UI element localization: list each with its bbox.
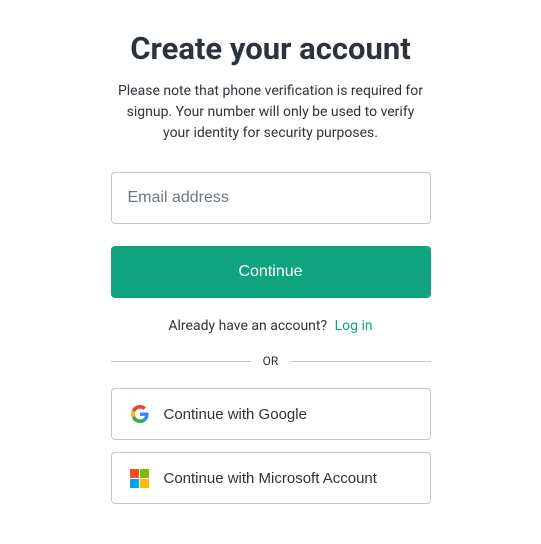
page-subtitle: Please note that phone verification is r… — [111, 81, 431, 144]
divider: OR — [111, 354, 431, 368]
microsoft-button-label: Continue with Microsoft Account — [164, 470, 377, 487]
email-field[interactable] — [111, 172, 431, 224]
microsoft-icon — [130, 468, 150, 488]
signup-container: Create your account Please note that pho… — [111, 30, 431, 544]
login-prompt-text: Already have an account? — [168, 318, 327, 334]
login-link[interactable]: Log in — [335, 318, 373, 334]
divider-line-left — [111, 361, 251, 362]
login-prompt-row: Already have an account? Log in — [168, 318, 372, 334]
page-title: Create your account — [130, 30, 411, 67]
divider-line-right — [290, 361, 430, 362]
google-button-label: Continue with Google — [164, 406, 307, 423]
divider-label: OR — [263, 354, 279, 368]
continue-with-microsoft-button[interactable]: Continue with Microsoft Account — [111, 452, 431, 504]
continue-with-google-button[interactable]: Continue with Google — [111, 388, 431, 440]
continue-button[interactable]: Continue — [111, 246, 431, 298]
google-icon — [130, 404, 150, 424]
